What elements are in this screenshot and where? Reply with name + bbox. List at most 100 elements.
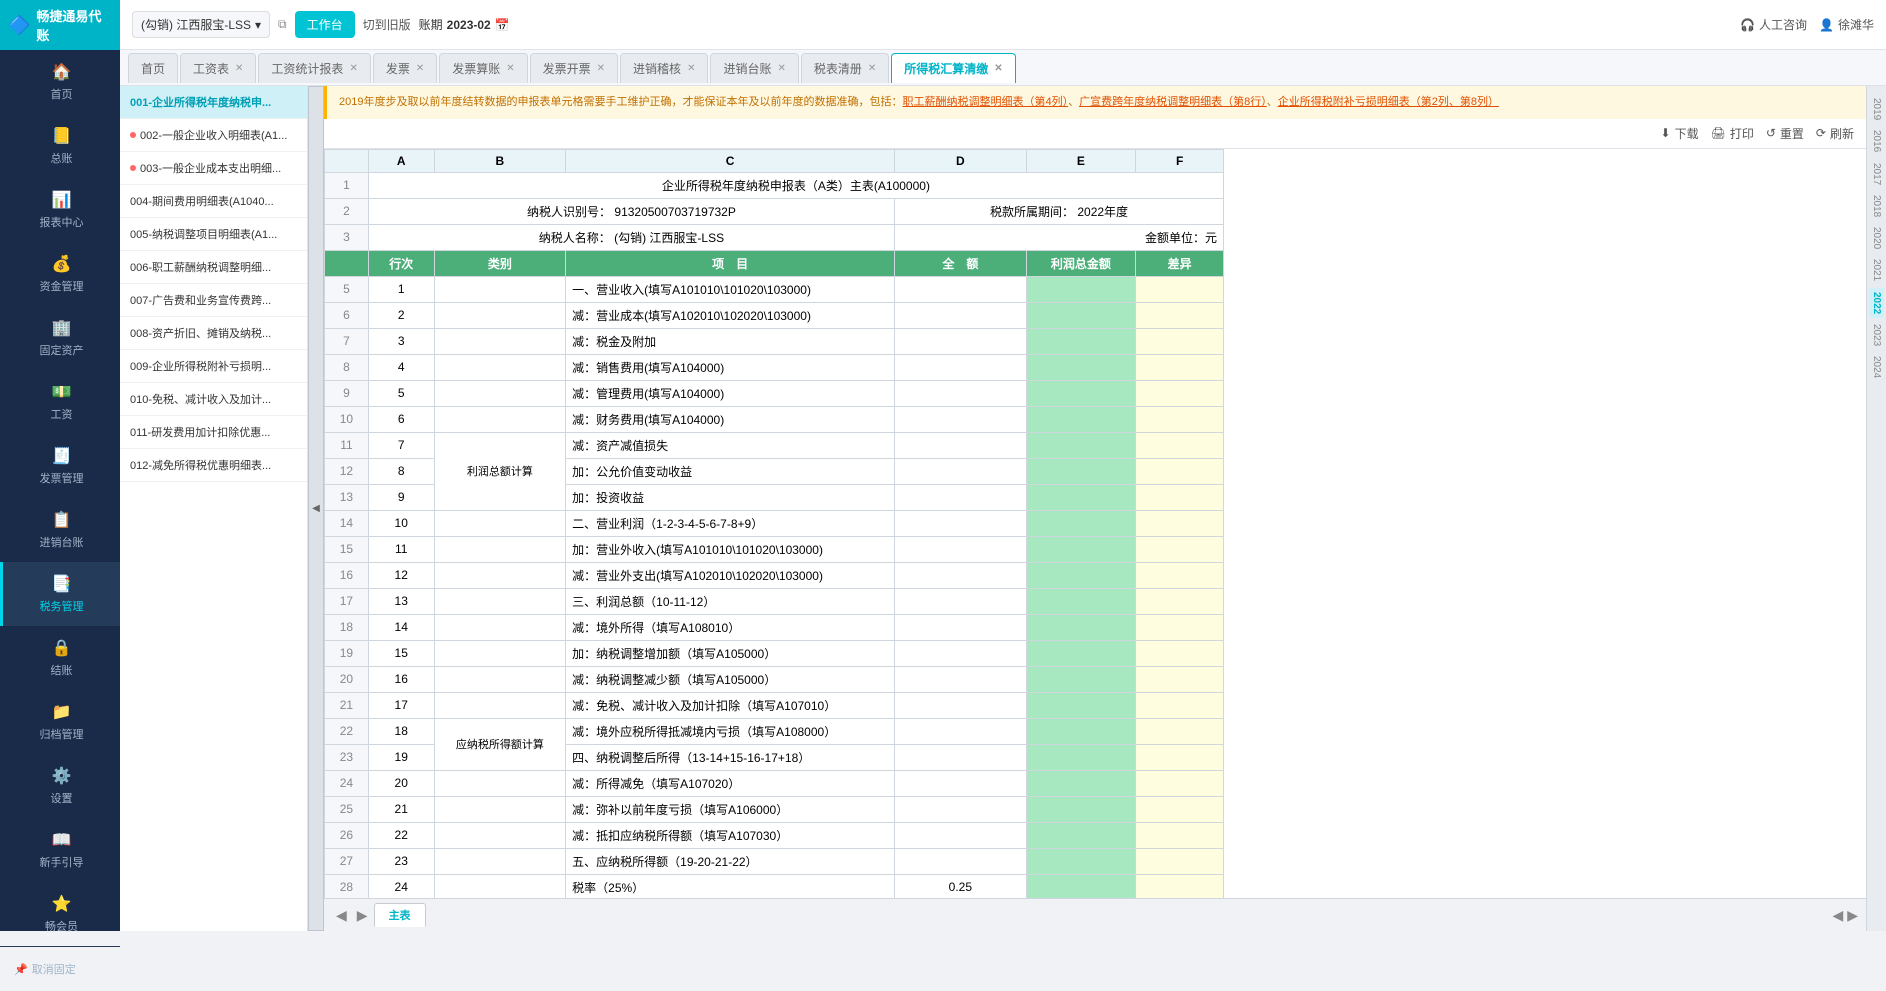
tab-close-purchase-verify[interactable]: ✕	[687, 63, 695, 74]
download-button[interactable]: ⬇ 下载	[1661, 125, 1699, 142]
tab-payroll-stats[interactable]: 工资统计报表 ✕	[258, 53, 370, 83]
sidebar-item-member[interactable]: ⭐ 畅会员	[0, 882, 120, 946]
left-panel-item-002[interactable]: 002-一般企业收入明细表(A1...	[120, 119, 307, 152]
left-panel-item-003[interactable]: 003-一般企业成本支出明细...	[120, 152, 307, 185]
row-8-amount[interactable]	[895, 354, 1027, 380]
tab-close-invoice[interactable]: ✕	[416, 63, 424, 74]
ai-service-button[interactable]: 🎧 人工咨询	[1740, 16, 1807, 33]
sidebar-item-assets[interactable]: 🏢 固定资产	[0, 306, 120, 370]
row-5-amount[interactable]	[895, 276, 1027, 302]
year-2016[interactable]: 2016	[1869, 126, 1884, 156]
workbench-button[interactable]: 工作台	[295, 11, 355, 38]
collapse-left-panel-button[interactable]: ◀	[308, 86, 324, 931]
year-2024[interactable]: 2024	[1869, 352, 1884, 382]
row-14-amount[interactable]	[895, 510, 1027, 536]
sidebar-item-settings[interactable]: ⚙️ 设置	[0, 754, 120, 818]
row-21-amount[interactable]	[895, 692, 1027, 718]
tab-purchase-verify[interactable]: 进销稽核 ✕	[620, 53, 708, 83]
tab-close-invoice-calc[interactable]: ✕	[506, 63, 514, 74]
sidebar-item-home[interactable]: 🏠 首页	[0, 50, 120, 114]
sidebar-item-ledger[interactable]: 📒 总账	[0, 114, 120, 178]
reset-button[interactable]: ↺ 重置	[1766, 125, 1804, 142]
left-panel-item-011[interactable]: 011-研发费用加计扣除优惠...	[120, 416, 307, 449]
print-button[interactable]: 🖨 打印	[1711, 125, 1754, 142]
tab-close-tax-clear[interactable]: ✕	[868, 63, 876, 74]
sidebar-item-purchase[interactable]: 📋 进销台账	[0, 498, 120, 562]
row-20-amount[interactable]	[895, 666, 1027, 692]
row-10-amount[interactable]	[895, 406, 1027, 432]
left-panel-item-008[interactable]: 008-资产折旧、摊销及纳税...	[120, 317, 307, 350]
year-2018[interactable]: 2018	[1869, 191, 1884, 221]
row-7-amount[interactable]	[895, 328, 1027, 354]
year-2019[interactable]: 2019	[1869, 94, 1884, 124]
left-panel-item-004[interactable]: 004-期间费用明细表(A1040...	[120, 185, 307, 218]
tab-payroll[interactable]: 工资表 ✕	[180, 53, 256, 83]
year-2021[interactable]: 2021	[1869, 255, 1884, 285]
row-24-amount[interactable]	[895, 770, 1027, 796]
row-13-amount[interactable]	[895, 484, 1027, 510]
tab-close-purchase-ledger[interactable]: ✕	[777, 63, 785, 74]
sheet-nav-left[interactable]: ◀	[332, 905, 351, 926]
row-28-amount[interactable]: 0.25	[895, 874, 1027, 898]
row-26-amount[interactable]	[895, 822, 1027, 848]
sidebar-item-funds[interactable]: 💰 资金管理	[0, 242, 120, 306]
row-11-amount[interactable]	[895, 432, 1027, 458]
copy-icon[interactable]: ⧉	[278, 17, 287, 32]
switch-old-button[interactable]: 切到旧版	[363, 16, 411, 33]
left-panel-item-012[interactable]: 012-减免所得税优惠明细表...	[120, 449, 307, 482]
row-15-amount[interactable]	[895, 536, 1027, 562]
row-19-amount[interactable]	[895, 640, 1027, 666]
spreadsheet-container[interactable]: A B C D E F 1 企业所	[324, 149, 1866, 899]
cancel-fixed-button[interactable]: 📌 取消固定	[8, 955, 112, 983]
sidebar-item-payroll[interactable]: 💵 工资	[0, 370, 120, 434]
left-panel-item-009[interactable]: 009-企业所得税附补亏损明...	[120, 350, 307, 383]
sidebar-item-reports[interactable]: 📊 报表中心	[0, 178, 120, 242]
sidebar-item-invoices[interactable]: 🧾 发票管理	[0, 434, 120, 498]
tab-close-invoice-open[interactable]: ✕	[597, 63, 605, 74]
row-9-amount[interactable]	[895, 380, 1027, 406]
tab-purchase-ledger[interactable]: 进销台账 ✕	[710, 53, 798, 83]
tab-close-payroll[interactable]: ✕	[235, 63, 243, 74]
tab-close-payroll-stats[interactable]: ✕	[349, 63, 357, 74]
link-3[interactable]: 企业所得税附补亏损明细表（第2列、第8列）	[1278, 96, 1499, 108]
refresh-button[interactable]: ⟳ 刷新	[1816, 125, 1854, 142]
sheet-nav-right[interactable]: ▶	[353, 905, 372, 926]
year-2022[interactable]: 2022	[1869, 288, 1884, 318]
sidebar-item-archive[interactable]: 📁 归档管理	[0, 690, 120, 754]
year-2023[interactable]: 2023	[1869, 320, 1884, 350]
scroll-right-icon[interactable]: ▶	[1847, 907, 1858, 924]
row-12-amount[interactable]	[895, 458, 1027, 484]
tab-invoice-open[interactable]: 发票开票 ✕	[530, 53, 618, 83]
row-6-amount[interactable]	[895, 302, 1027, 328]
left-panel-item-007[interactable]: 007-广告费和业务宣传费跨...	[120, 284, 307, 317]
link-2[interactable]: 广宣费跨年度纳税调整明细表（第8行）	[1079, 96, 1267, 108]
left-panel-item-010[interactable]: 010-免税、减计收入及加计...	[120, 383, 307, 416]
left-panel-item-001[interactable]: 001-企业所得税年度纳税申...	[120, 86, 307, 119]
user-profile[interactable]: 👤 徐滩华	[1819, 16, 1874, 33]
sheet-tab-main[interactable]: 主表	[374, 903, 426, 927]
row-25-amount[interactable]	[895, 796, 1027, 822]
row-27-amount[interactable]	[895, 848, 1027, 874]
calendar-icon[interactable]: 📅	[495, 18, 510, 32]
row-22-amount[interactable]	[895, 718, 1027, 744]
tab-invoice[interactable]: 发票 ✕	[373, 53, 437, 83]
sidebar-item-tax[interactable]: 📑 税务管理	[0, 562, 120, 626]
company-selector[interactable]: (勾销) 江西服宝-LSS ▾	[132, 11, 270, 38]
row-23-amount[interactable]	[895, 744, 1027, 770]
row-16-amount[interactable]	[895, 562, 1027, 588]
scroll-left-icon[interactable]: ◀	[1832, 907, 1843, 924]
sidebar-item-close[interactable]: 🔒 结账	[0, 626, 120, 690]
tab-home[interactable]: 首页	[128, 53, 178, 83]
tab-invoice-calc[interactable]: 发票算账 ✕	[439, 53, 527, 83]
left-panel-item-006[interactable]: 006-职工薪酬纳税调整明细...	[120, 251, 307, 284]
tab-tax-clear[interactable]: 税表清册 ✕	[801, 53, 889, 83]
tab-income-tax[interactable]: 所得税汇算清缴 ✕	[891, 53, 1015, 83]
year-2017[interactable]: 2017	[1869, 159, 1884, 189]
tab-close-income-tax[interactable]: ✕	[994, 63, 1002, 74]
sidebar-item-guide[interactable]: 📖 新手引导	[0, 818, 120, 882]
row-17-amount[interactable]	[895, 588, 1027, 614]
left-panel-item-005[interactable]: 005-纳税调整项目明细表(A1...	[120, 218, 307, 251]
year-2020[interactable]: 2020	[1869, 223, 1884, 253]
row-18-amount[interactable]	[895, 614, 1027, 640]
link-1[interactable]: 职工薪酬纳税调整明细表（第4列）	[902, 96, 1068, 108]
